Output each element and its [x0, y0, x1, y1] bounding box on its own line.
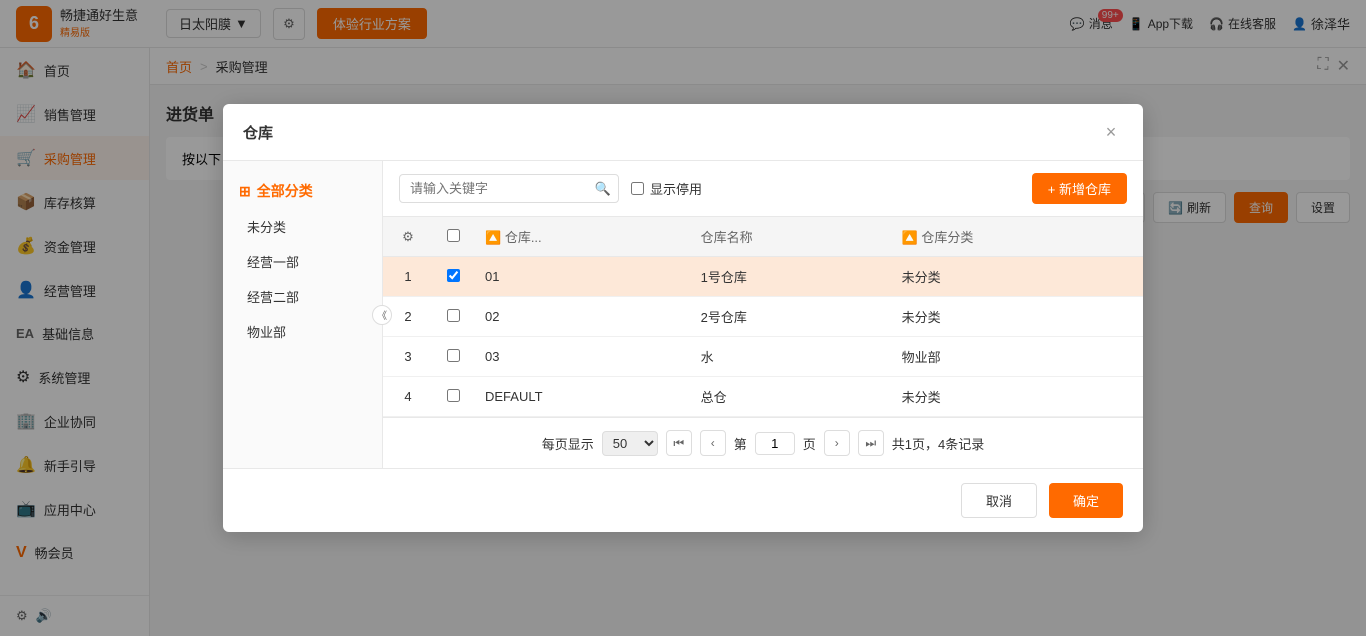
warehouse-table: ⚙ 🔼 仓库... 仓库名称	[383, 217, 1143, 417]
search-icon[interactable]: 🔍	[595, 181, 611, 197]
cancel-button[interactable]: 取消	[961, 483, 1037, 518]
category-item-0[interactable]: 未分类	[223, 209, 382, 244]
row-checkbox[interactable]	[447, 309, 460, 322]
row-category: 未分类	[890, 297, 1143, 337]
row-checkbox[interactable]	[447, 349, 460, 362]
search-input[interactable]	[399, 174, 619, 203]
row-index: 1	[383, 257, 433, 297]
show-disabled-label: 显示停用	[650, 179, 702, 198]
th-checkbox	[433, 217, 473, 257]
modal-pagination: 每页显示 50 100 200 ⏮ ‹ 第 页 › ⏭ 共1页，4条记录	[383, 417, 1143, 468]
modal-close-button[interactable]: ×	[1099, 120, 1123, 144]
gear-icon: ⚙	[402, 229, 414, 244]
warehouse-table-wrap: ⚙ 🔼 仓库... 仓库名称	[383, 217, 1143, 417]
row-index: 3	[383, 337, 433, 377]
warehouse-modal: 仓库 × ⊞ 全部分类 未分类 经营一部 经营二部	[223, 104, 1143, 532]
per-page-label: 每页显示	[542, 434, 594, 453]
category-item-2[interactable]: 经营二部	[223, 279, 382, 314]
category-item-1[interactable]: 经营一部	[223, 244, 382, 279]
row-name: 1号仓库	[689, 257, 890, 297]
select-all-checkbox[interactable]	[447, 229, 460, 242]
row-category: 未分类	[890, 257, 1143, 297]
th-code: 🔼 仓库...	[473, 217, 689, 257]
sidebar-collapse-button[interactable]: 《	[372, 305, 392, 325]
grid-icon: ⊞	[239, 183, 251, 200]
th-category: 🔼 仓库分类	[890, 217, 1143, 257]
row-category: 物业部	[890, 337, 1143, 377]
modal-toolbar: 🔍 显示停用 + 新增仓库	[383, 161, 1143, 217]
row-code: 03	[473, 337, 689, 377]
search-input-wrap: 🔍	[399, 174, 619, 203]
prev-page-button[interactable]: ‹	[700, 430, 726, 456]
modal-header: 仓库 ×	[223, 104, 1143, 161]
modal-overlay: 仓库 × ⊞ 全部分类 未分类 经营一部 经营二部	[0, 0, 1366, 636]
page-suffix-label: 页	[803, 434, 816, 453]
modal-footer: 取消 确定	[223, 468, 1143, 532]
next-page-button[interactable]: ›	[824, 430, 850, 456]
table-row[interactable]: 3 03 水 物业部	[383, 337, 1143, 377]
row-name: 总仓	[689, 377, 890, 417]
table-body: 1 01 1号仓库 未分类 2 02 2号仓库 未分类 3 03 水 物业部 4	[383, 257, 1143, 417]
row-name: 2号仓库	[689, 297, 890, 337]
confirm-button[interactable]: 确定	[1049, 483, 1123, 518]
first-page-button[interactable]: ⏮	[666, 430, 692, 456]
row-code: DEFAULT	[473, 377, 689, 417]
last-page-button[interactable]: ⏭	[858, 430, 884, 456]
all-category-label: 全部分类	[257, 181, 313, 201]
total-label: 共1页，4条记录	[892, 434, 984, 453]
show-disabled-checkbox[interactable]	[631, 182, 644, 195]
new-warehouse-button[interactable]: + 新增仓库	[1032, 173, 1127, 204]
all-category-item[interactable]: ⊞ 全部分类	[223, 173, 382, 209]
th-name: 仓库名称	[689, 217, 890, 257]
table-row[interactable]: 1 01 1号仓库 未分类	[383, 257, 1143, 297]
modal-category-sidebar: ⊞ 全部分类 未分类 经营一部 经营二部 物业部 《	[223, 161, 383, 468]
page-number-input[interactable]	[755, 432, 795, 455]
row-index: 4	[383, 377, 433, 417]
row-code: 01	[473, 257, 689, 297]
row-checkbox[interactable]	[447, 269, 460, 282]
page-size-select[interactable]: 50 100 200	[602, 431, 658, 456]
row-code: 02	[473, 297, 689, 337]
modal-title: 仓库	[243, 122, 273, 143]
page-label-text: 第	[734, 434, 747, 453]
table-row[interactable]: 2 02 2号仓库 未分类	[383, 297, 1143, 337]
th-gear: ⚙	[383, 217, 433, 257]
row-category: 未分类	[890, 377, 1143, 417]
show-disabled-checkbox-label[interactable]: 显示停用	[631, 179, 702, 198]
table-row[interactable]: 4 DEFAULT 总仓 未分类	[383, 377, 1143, 417]
modal-main: 🔍 显示停用 + 新增仓库 ⚙	[383, 161, 1143, 468]
modal-body: ⊞ 全部分类 未分类 经营一部 经营二部 物业部 《	[223, 161, 1143, 468]
row-checkbox[interactable]	[447, 389, 460, 402]
row-name: 水	[689, 337, 890, 377]
category-item-3[interactable]: 物业部	[223, 314, 382, 349]
table-header-row: ⚙ 🔼 仓库... 仓库名称	[383, 217, 1143, 257]
